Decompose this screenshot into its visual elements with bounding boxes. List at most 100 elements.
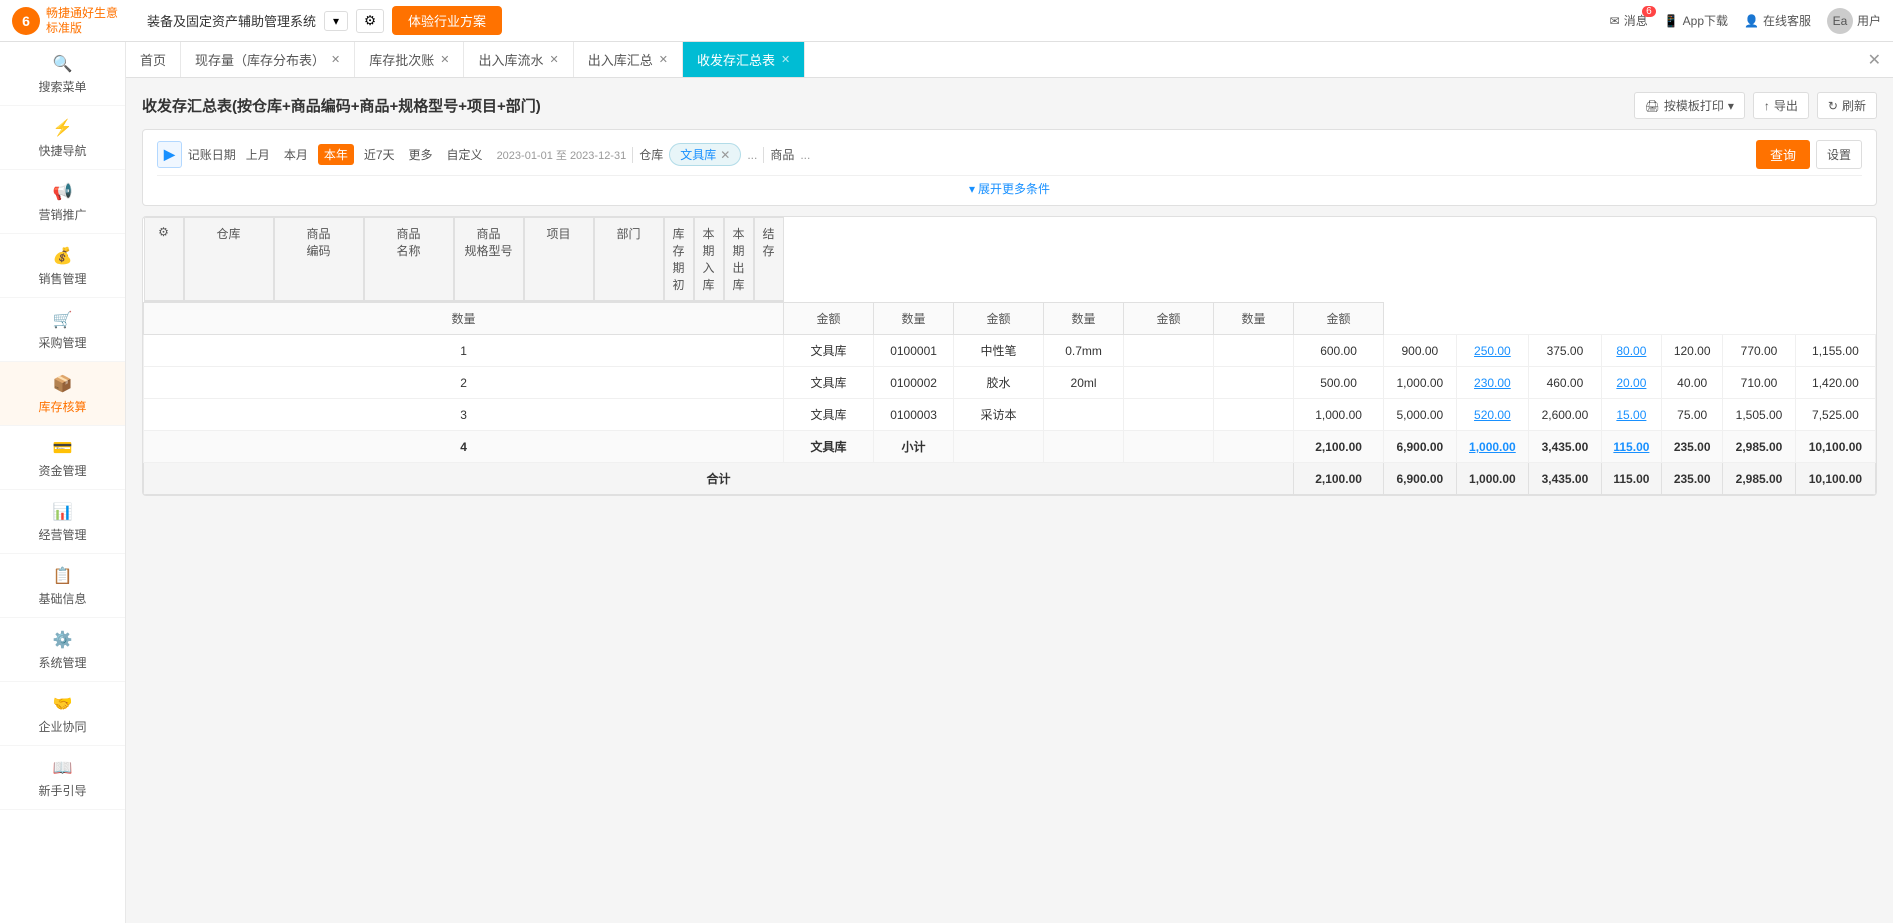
td-sub-bal-qty: 2,985.00 <box>1723 431 1796 463</box>
expand-conditions-btn[interactable]: ▾ 展开更多条件 <box>969 180 1050 197</box>
date-btn-more[interactable]: 更多 <box>405 144 437 165</box>
footer-in-qty: 1,000.00 <box>1456 463 1529 495</box>
sidebar-item-basic[interactable]: 📋 基础信息 <box>0 554 125 618</box>
td-in-qty[interactable]: 520.00 <box>1456 399 1529 431</box>
warehouse-more-btn[interactable]: ... <box>747 148 757 162</box>
tab-close-recv-send[interactable]: ✕ <box>781 53 790 66</box>
expand-icon: ▾ <box>969 182 975 196</box>
td-out-qty[interactable]: 80.00 <box>1601 335 1661 367</box>
export-btn[interactable]: ↑ 导出 <box>1753 92 1809 119</box>
refresh-btn[interactable]: ↻ 刷新 <box>1817 92 1877 119</box>
goods-filter-label: 商品 <box>770 146 794 163</box>
td-name: 中性笔 <box>954 335 1044 367</box>
tab-stock-dist[interactable]: 现存量（库存分布表） ✕ <box>181 42 355 78</box>
top-header: 6 畅捷通好生意 标准版 装备及固定资产辅助管理系统 ▾ ⚙ 体验行业方案 ✉ … <box>0 0 1893 42</box>
th-gear[interactable]: ⚙ <box>144 217 184 301</box>
footer-bal-qty: 2,985.00 <box>1723 463 1796 495</box>
td-open-qty: 500.00 <box>1294 367 1384 399</box>
tab-flow[interactable]: 出入库流水 ✕ <box>464 42 573 78</box>
sidebar-item-inventory[interactable]: 📦 库存核算 <box>0 362 125 426</box>
sidebar-item-finance[interactable]: 💳 资金管理 <box>0 426 125 490</box>
sidebar-item-search[interactable]: 🔍 搜索菜单 <box>0 42 125 106</box>
date-btn-last-month[interactable]: 上月 <box>242 144 274 165</box>
footer-row: 合计 2,100.00 6,900.00 1,000.00 3,435.00 1… <box>144 463 1876 495</box>
td-empty1 <box>954 431 1044 463</box>
td-project <box>1124 367 1214 399</box>
trial-btn[interactable]: 体验行业方案 <box>392 6 502 35</box>
date-filter-label: 记账日期 <box>188 146 236 163</box>
warehouse-tag-close[interactable]: ✕ <box>720 148 730 162</box>
td-project <box>1124 335 1214 367</box>
filter-expand-toggle[interactable]: ▶ <box>157 141 182 168</box>
print-btn[interactable]: 🖨 按模板打印 ▾ <box>1634 92 1745 119</box>
sidebar-item-guide[interactable]: 📖 新手引导 <box>0 746 125 810</box>
data-table: ⚙ 仓库 商品编码 商品名称 商品规格型号 项目 部门 库存期初 本期入库 本期… <box>142 216 1877 496</box>
settings-icon-btn[interactable]: ⚙ <box>356 9 384 33</box>
td-sub-in-qty[interactable]: 1,000.00 <box>1456 431 1529 463</box>
td-dept <box>1214 335 1294 367</box>
td-name: 采访本 <box>954 399 1044 431</box>
app-download-btn[interactable]: 📱 App下载 <box>1664 12 1728 29</box>
user-btn[interactable]: Ea 用户 <box>1827 8 1881 34</box>
tab-close-flow[interactable]: ✕ <box>550 53 559 66</box>
tab-close-summary[interactable]: ✕ <box>659 53 668 66</box>
export-icon: ↑ <box>1764 99 1770 113</box>
query-btn[interactable]: 查询 <box>1756 140 1810 169</box>
td-open-amt: 900.00 <box>1384 335 1457 367</box>
td-project <box>1124 399 1214 431</box>
sidebar-item-sales[interactable]: 💰 销售管理 <box>0 234 125 298</box>
sidebar-item-system[interactable]: ⚙️ 系统管理 <box>0 618 125 682</box>
td-code: 0100001 <box>874 335 954 367</box>
table-header-row1: ⚙ 仓库 商品编码 商品名称 商品规格型号 项目 部门 库存期初 本期入库 本期… <box>144 217 784 302</box>
tab-batch[interactable]: 库存批次账 ✕ <box>355 42 464 78</box>
td-name: 胶水 <box>954 367 1044 399</box>
td-sub-open-amt: 6,900.00 <box>1384 431 1457 463</box>
sidebar-item-enterprise[interactable]: 🤝 企业协同 <box>0 682 125 746</box>
td-in-qty[interactable]: 230.00 <box>1456 367 1529 399</box>
sidebar-item-purchase[interactable]: 🛒 采购管理 <box>0 298 125 362</box>
message-btn[interactable]: ✉ 消息 6 <box>1610 12 1648 29</box>
sidebar-item-marketing[interactable]: 📢 营销推广 <box>0 170 125 234</box>
page-header: 收发存汇总表(按仓库+商品编码+商品+规格型号+项目+部门) 🖨 按模板打印 ▾… <box>142 92 1877 119</box>
tab-home[interactable]: 首页 <box>126 42 181 78</box>
sidebar-item-quicknav[interactable]: ⚡ 快捷导航 <box>0 106 125 170</box>
content-area: 首页 现存量（库存分布表） ✕ 库存批次账 ✕ 出入库流水 ✕ 出入库汇总 ✕ … <box>126 42 1893 923</box>
sidebar-item-management[interactable]: 📊 经营管理 <box>0 490 125 554</box>
tab-close-stock-dist[interactable]: ✕ <box>331 53 340 66</box>
finance-icon: 💳 <box>53 438 73 458</box>
td-open-qty: 1,000.00 <box>1294 399 1384 431</box>
tab-close-batch[interactable]: ✕ <box>440 53 449 66</box>
th-open-amt: 金额 <box>784 303 874 335</box>
settings-link-btn[interactable]: 设置 <box>1816 140 1862 169</box>
goods-more-btn[interactable]: ... <box>800 148 810 162</box>
td-seq: 3 <box>144 399 784 431</box>
page-actions: 🖨 按模板打印 ▾ ↑ 导出 ↻ 刷新 <box>1634 92 1877 119</box>
footer-out-qty: 115.00 <box>1601 463 1661 495</box>
date-btn-7days[interactable]: 近7天 <box>360 144 399 165</box>
filter-actions: 查询 设置 <box>1756 140 1862 169</box>
td-out-qty[interactable]: 20.00 <box>1601 367 1661 399</box>
footer-label: 合计 <box>144 463 1294 495</box>
td-bal-amt: 7,525.00 <box>1795 399 1875 431</box>
td-empty4 <box>1214 431 1294 463</box>
th-balance: 结存 <box>754 217 784 301</box>
online-service-btn[interactable]: 👤 在线客服 <box>1744 12 1811 29</box>
td-seq: 2 <box>144 367 784 399</box>
tab-summary[interactable]: 出入库汇总 ✕ <box>574 42 683 78</box>
td-bal-amt: 1,155.00 <box>1795 335 1875 367</box>
purchase-icon: 🛒 <box>53 310 73 330</box>
td-dept <box>1214 399 1294 431</box>
th-goods-spec: 商品规格型号 <box>454 217 524 301</box>
tab-recv-send[interactable]: 收发存汇总表 ✕ <box>683 42 805 78</box>
date-btn-this-month[interactable]: 本月 <box>280 144 312 165</box>
date-btn-custom[interactable]: 自定义 <box>443 144 487 165</box>
filter-divider1 <box>632 147 633 163</box>
td-out-qty[interactable]: 15.00 <box>1601 399 1661 431</box>
td-sub-out-qty[interactable]: 115.00 <box>1601 431 1661 463</box>
th-dept: 部门 <box>594 217 664 301</box>
date-btn-this-year[interactable]: 本年 <box>318 144 354 165</box>
footer-bal-amt: 10,100.00 <box>1795 463 1875 495</box>
td-in-qty[interactable]: 250.00 <box>1456 335 1529 367</box>
tab-panel-close-btn[interactable]: ✕ <box>1856 50 1893 70</box>
system-dropdown-btn[interactable]: ▾ <box>324 11 348 31</box>
